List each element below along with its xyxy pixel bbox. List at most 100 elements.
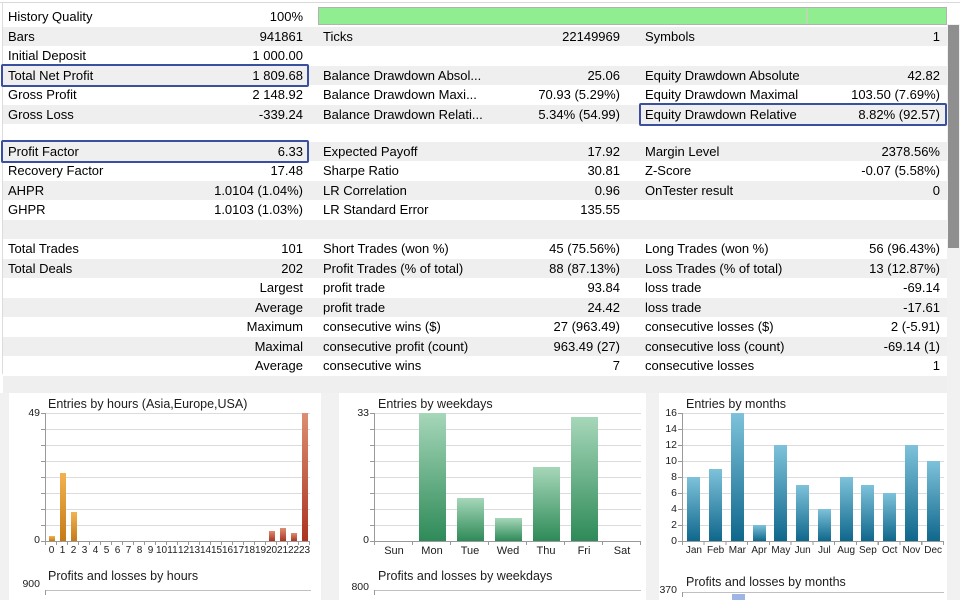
bar (456, 498, 484, 541)
strategy-tester-report: History Quality 100% Bars 941861 Ticks 221499… (0, 0, 960, 600)
metric-label: Long Trades (won %) (645, 241, 769, 256)
metric-label: consecutive wins ($) (323, 319, 441, 334)
report-row: AHPR 1.0104 (1.04%) LR Correlation 0.96 OnTe… (3, 180, 947, 200)
metric-value: 1 (932, 28, 940, 44)
metric-value: Average (254, 358, 303, 373)
y-axis-label: 0 (34, 534, 40, 546)
metric-value: 88 (87.13%) (549, 260, 620, 276)
metric-label: Initial Deposit (8, 48, 87, 63)
section-separator (3, 219, 947, 239)
metric-label: Balance Drawdown Absol... (323, 67, 482, 83)
metric-value: 70.93 (5.29%) (538, 87, 620, 102)
y-axis-label: 8 (671, 471, 677, 483)
bar (817, 509, 831, 541)
metric-value: 5.34% (54.99) (538, 106, 620, 122)
metric-label: Expected Payoff (323, 143, 418, 159)
chart-gutter (321, 393, 339, 600)
bar (687, 477, 701, 541)
metric-label: Loss Trades (% of total) (645, 260, 783, 276)
y-axis-ticks (370, 413, 374, 542)
metric-label: consecutive losses ($) (645, 319, 774, 334)
y-axis-label: 4 (671, 503, 677, 515)
chart-title: Entries by months (686, 397, 787, 411)
report-row: Largest profit trade 93.84 loss trade -69.14 (3, 278, 947, 298)
metric-label: Equity Drawdown Relative (645, 106, 797, 122)
metric-label: Margin Level (645, 143, 720, 159)
chart-title: Entries by hours (Asia,Europe,USA) (48, 397, 248, 411)
metric-value: 45 (75.56%) (549, 241, 620, 256)
metric-value: 8.82% (92.57) (858, 106, 940, 122)
x-grid-top-line (682, 592, 944, 593)
vertical-scrollbar[interactable] (947, 24, 960, 600)
metric-value: 56 (96.43%) (869, 241, 940, 256)
bar (839, 477, 853, 541)
metric-value: -339.24 (258, 106, 303, 122)
y-axis-label: 14 (665, 423, 677, 435)
metric-label: Total Deals (8, 260, 73, 276)
metric-value: Maximum (246, 319, 303, 334)
bar (752, 525, 766, 541)
x-grid-top-line (374, 590, 641, 591)
bar (279, 528, 286, 541)
x-grid-top-line (45, 590, 311, 591)
metric-label: OnTester result (645, 182, 734, 198)
metric-value: 1 (932, 358, 940, 373)
metric-label: Gross Loss (8, 106, 74, 122)
x-tick-label: Dec (924, 545, 943, 556)
metric-value: 1.0103 (1.03%) (214, 202, 303, 217)
metric-value: 30.81 (587, 163, 620, 178)
metric-label: Sharpe Ratio (323, 163, 399, 178)
metric-value: 135.55 (580, 202, 620, 217)
metric-label: Equity Drawdown Absolute (645, 67, 800, 83)
metric-label: Bars (8, 28, 35, 44)
metric-value: 1 809.68 (252, 67, 303, 83)
metric-value: 1.0104 (1.04%) (214, 182, 303, 198)
chart-gutter (0, 393, 9, 600)
bar (532, 467, 560, 541)
chart-plot (45, 413, 310, 542)
bar (570, 417, 598, 541)
metric-label: Equity Drawdown Maximal (645, 87, 799, 102)
x-tick-label: 23 (298, 545, 311, 556)
progress-segment-separator (806, 8, 808, 24)
metric-value: 25.06 (587, 67, 620, 83)
metric-label: loss trade (645, 299, 702, 315)
chart-title: Entries by weekdays (378, 397, 493, 411)
report-row: Average profit trade 24.42 loss trade -17.61 (3, 297, 947, 317)
metric-value: 2 148.92 (252, 87, 303, 102)
metric-label: Symbols (645, 28, 695, 44)
metric-label: Ticks (323, 28, 353, 44)
bar (301, 413, 308, 541)
y-axis-label: 33 (357, 407, 369, 419)
report-row: Bars 941861 Ticks 22149969 Symbols 1 (3, 26, 947, 46)
metric-value: 6.33 (277, 143, 303, 159)
metric-value: 93.84 (587, 280, 620, 295)
metric-value: 941861 (259, 28, 303, 44)
report-row: Maximal consecutive profit (count) 963.49 … (3, 336, 947, 356)
panel-top-border (0, 2, 960, 3)
metric-label: Z-Score (645, 163, 692, 178)
metric-value: 1 000.00 (252, 48, 303, 63)
y-axis-label: 10 (665, 455, 677, 467)
metric-value: -69.14 (1) (883, 338, 940, 354)
metric-value: 963.49 (27) (553, 338, 621, 354)
bar (861, 485, 875, 541)
metric-value: 17.48 (270, 163, 303, 178)
bar (774, 445, 788, 541)
metric-value: 17.92 (587, 143, 620, 159)
partial-bar (732, 594, 745, 600)
metric-value: 22149969 (562, 28, 620, 44)
bar (48, 536, 55, 541)
metric-value: 7 (612, 358, 620, 373)
y-axis-label: 900 (22, 578, 40, 590)
metric-label: profit trade (323, 299, 386, 315)
y-axis-tick (374, 590, 375, 595)
metric-value: 24.42 (587, 299, 620, 315)
metric-value: 101 (281, 241, 303, 256)
metric-label: Balance Drawdown Relati... (323, 106, 483, 122)
metric-label: LR Standard Error (323, 202, 429, 217)
metric-value: 0 (932, 182, 940, 198)
report-row: Maximum consecutive wins ($) 27 (963.49) co… (3, 317, 947, 337)
metric-label: History Quality (8, 9, 93, 24)
scrollbar-thumb[interactable] (948, 25, 959, 248)
